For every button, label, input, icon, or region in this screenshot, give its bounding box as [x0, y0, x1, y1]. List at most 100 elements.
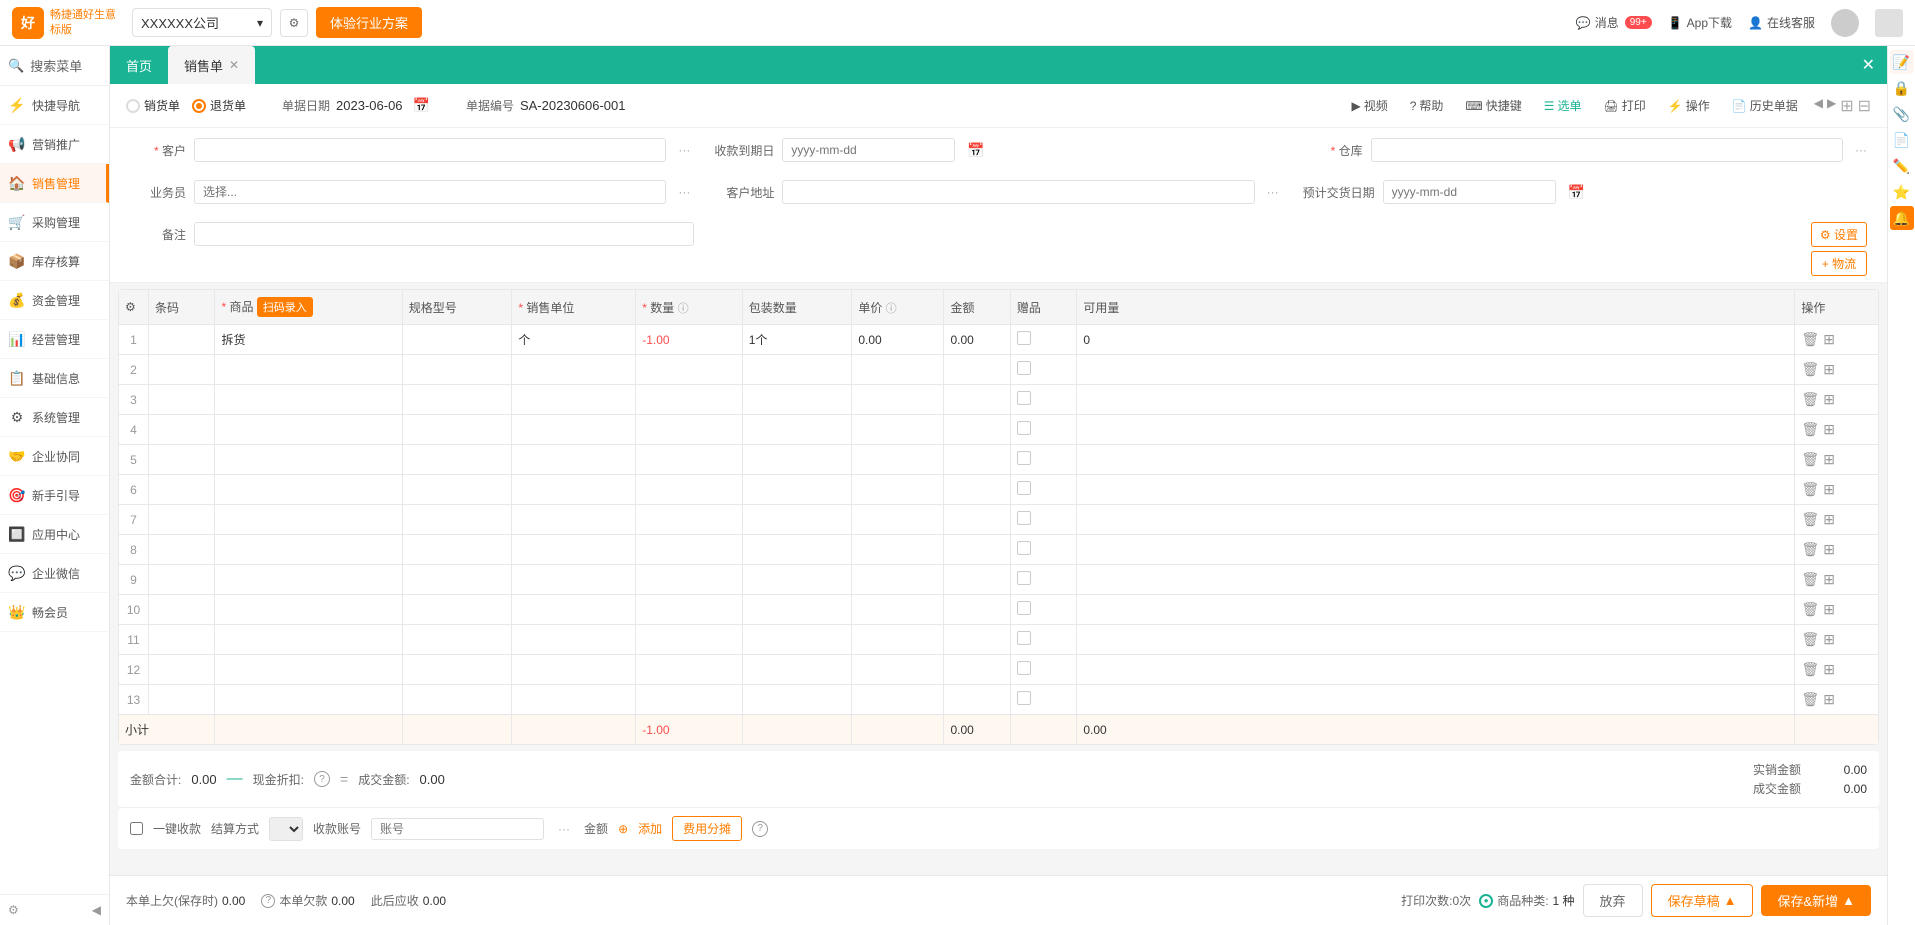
sidebar-item-biz[interactable]: 📊 经营管理	[0, 320, 109, 359]
abandon-btn[interactable]: 放弃	[1583, 884, 1643, 917]
delete-row-icon[interactable]: 🗑	[1801, 571, 1819, 588]
copy-row-icon[interactable]: ⊞	[1823, 571, 1835, 588]
select-btn[interactable]: ☰ 选单	[1538, 94, 1588, 117]
copy-row-icon[interactable]: ⊞	[1823, 661, 1835, 678]
salesperson-dots[interactable]: ···	[674, 185, 694, 199]
salesperson-input[interactable]	[194, 180, 666, 204]
right-sidebar-doc-icon[interactable]: 📄	[1890, 128, 1914, 152]
sidebar-item-guide[interactable]: 🎯 新手引导	[0, 476, 109, 515]
customer-dots[interactable]: ···	[674, 143, 694, 157]
video-btn[interactable]: ▶ 视频	[1345, 94, 1393, 117]
right-sidebar-lock-icon[interactable]: 🔒	[1890, 76, 1914, 100]
copy-row-icon[interactable]: ⊞	[1823, 541, 1835, 558]
help-deficit-icon[interactable]: ?	[261, 894, 275, 908]
one-click-payment-checkbox[interactable]	[130, 822, 143, 835]
sidebar-collapse-icon[interactable]: ◀	[92, 903, 101, 917]
sidebar-settings-icon[interactable]: ⚙	[8, 903, 19, 917]
sidebar-item-sales[interactable]: 🏠 销售管理	[0, 164, 109, 203]
delete-row-icon[interactable]: 🗑	[1801, 361, 1819, 378]
right-sidebar-alert-icon[interactable]: 🔔	[1890, 206, 1914, 230]
delete-row-icon[interactable]: 🗑	[1801, 691, 1819, 708]
right-sidebar-star-icon[interactable]: ⭐	[1890, 180, 1914, 204]
payment-due-cal-icon[interactable]: 📅	[967, 142, 984, 159]
date-calendar-icon[interactable]: 📅	[413, 97, 430, 114]
sidebar-item-system[interactable]: ⚙ 系统管理	[0, 398, 109, 437]
remark-input[interactable]	[194, 222, 694, 246]
copy-row-icon[interactable]: ⊞	[1823, 391, 1835, 408]
sidebar-item-wechat[interactable]: 💬 企业微信	[0, 554, 109, 593]
copy-row-icon[interactable]: ⊞	[1823, 331, 1835, 348]
right-sidebar-edit-icon[interactable]: ✏️	[1890, 154, 1914, 178]
payment-due-input[interactable]	[782, 138, 955, 162]
save-new-btn[interactable]: 保存&新增 ▲	[1761, 885, 1871, 916]
company-selector[interactable]: XXXXXX公司 ▾	[132, 8, 272, 37]
user-menu-btn[interactable]	[1875, 9, 1903, 37]
message-btn[interactable]: 💬 消息 99+	[1576, 14, 1652, 31]
sidebar-item-base[interactable]: 📋 基础信息	[0, 359, 109, 398]
delete-row-icon[interactable]: 🗑	[1801, 631, 1819, 648]
expected-delivery-cal-icon[interactable]: 📅	[1568, 184, 1585, 201]
save-draft-btn[interactable]: 保存草稿 ▲	[1651, 884, 1754, 917]
print-btn[interactable]: 🖨 打印	[1598, 94, 1652, 117]
copy-row-icon[interactable]: ⊞	[1823, 691, 1835, 708]
delete-row-icon[interactable]: 🗑	[1801, 661, 1819, 678]
fee-help-icon[interactable]: ?	[752, 821, 768, 837]
copy-row-icon[interactable]: ⊞	[1823, 481, 1835, 498]
next-icon[interactable]: ▶	[1827, 96, 1836, 116]
expected-delivery-input[interactable]	[1383, 180, 1556, 204]
copy-row-icon[interactable]: ⊞	[1823, 421, 1835, 438]
delete-row-icon[interactable]: 🗑	[1801, 541, 1819, 558]
radio-return-order[interactable]: 退货单	[192, 97, 246, 114]
delete-row-icon[interactable]: 🗑	[1801, 601, 1819, 618]
warehouse-dots[interactable]: ···	[1851, 143, 1871, 157]
right-sidebar-attach-icon[interactable]: 📎	[1890, 102, 1914, 126]
fee-split-btn[interactable]: 费用分摊	[672, 816, 742, 841]
help-btn[interactable]: ? 帮助	[1404, 94, 1450, 117]
logistics-action-btn[interactable]: + 物流	[1811, 251, 1867, 276]
addr-dots[interactable]: ···	[1263, 185, 1283, 199]
sidebar-item-marketing[interactable]: 📢 营销推广	[0, 125, 109, 164]
sidebar-item-fund[interactable]: 💰 资金管理	[0, 281, 109, 320]
copy-row-icon[interactable]: ⊞	[1823, 631, 1835, 648]
scan-btn[interactable]: 扫码录入	[257, 297, 313, 317]
radio-sales-order[interactable]: 销货单	[126, 97, 180, 114]
history-btn[interactable]: 📄 历史单据	[1726, 94, 1804, 117]
customer-input[interactable]	[194, 138, 666, 162]
sidebar-item-inventory[interactable]: 📦 库存核算	[0, 242, 109, 281]
online-service-btn[interactable]: 👤 在线客服	[1748, 14, 1815, 31]
help-calc-icon[interactable]: ?	[314, 771, 330, 787]
delete-row-icon[interactable]: 🗑	[1801, 331, 1819, 348]
prev-icon[interactable]: ◀	[1814, 96, 1823, 116]
delete-row-icon[interactable]: 🗑	[1801, 451, 1819, 468]
tab-home[interactable]: 首页	[110, 46, 168, 84]
operation-btn[interactable]: ⚡ 操作	[1662, 94, 1716, 117]
payment-account-input[interactable]	[371, 818, 544, 840]
experience-button[interactable]: 体验行业方案	[316, 7, 422, 38]
shortcut-btn[interactable]: ⌨ 快捷键	[1459, 94, 1527, 117]
delete-row-icon[interactable]: 🗑	[1801, 391, 1819, 408]
sidebar-item-member[interactable]: 👑 畅会员	[0, 593, 109, 632]
avatar[interactable]	[1831, 9, 1859, 37]
settings-action-btn[interactable]: ⚙ 设置	[1811, 222, 1867, 247]
sidebar-item-quick-nav[interactable]: ⚡ 快捷导航	[0, 86, 109, 125]
list-view-icon[interactable]: ⊟	[1858, 96, 1871, 116]
settings-icon[interactable]: ⚙	[280, 9, 308, 37]
sidebar-search[interactable]: 🔍 搜索菜单	[0, 46, 109, 86]
warehouse-input[interactable]: 建材仓	[1371, 138, 1843, 162]
sidebar-item-appcenter[interactable]: 🔲 应用中心	[0, 515, 109, 554]
delete-row-icon[interactable]: 🗑	[1801, 421, 1819, 438]
copy-row-icon[interactable]: ⊞	[1823, 601, 1835, 618]
copy-row-icon[interactable]: ⊞	[1823, 451, 1835, 468]
payment-account-dots[interactable]: ···	[554, 822, 574, 836]
delete-row-icon[interactable]: 🗑	[1801, 511, 1819, 528]
sidebar-item-enterprise[interactable]: 🤝 企业协同	[0, 437, 109, 476]
tab-sales-order[interactable]: 销售单 ✕	[168, 46, 255, 84]
col-settings-header[interactable]: ⚙	[119, 290, 149, 325]
sidebar-item-purchase[interactable]: 🛒 采购管理	[0, 203, 109, 242]
grid-view-icon[interactable]: ⊞	[1840, 96, 1853, 116]
app-download-btn[interactable]: 📱 App下载	[1668, 14, 1732, 31]
customer-addr-input[interactable]	[782, 180, 1254, 204]
right-sidebar-notes-icon[interactable]: 📝	[1890, 50, 1914, 74]
copy-row-icon[interactable]: ⊞	[1823, 361, 1835, 378]
close-window-icon[interactable]: ✕	[1862, 55, 1887, 75]
